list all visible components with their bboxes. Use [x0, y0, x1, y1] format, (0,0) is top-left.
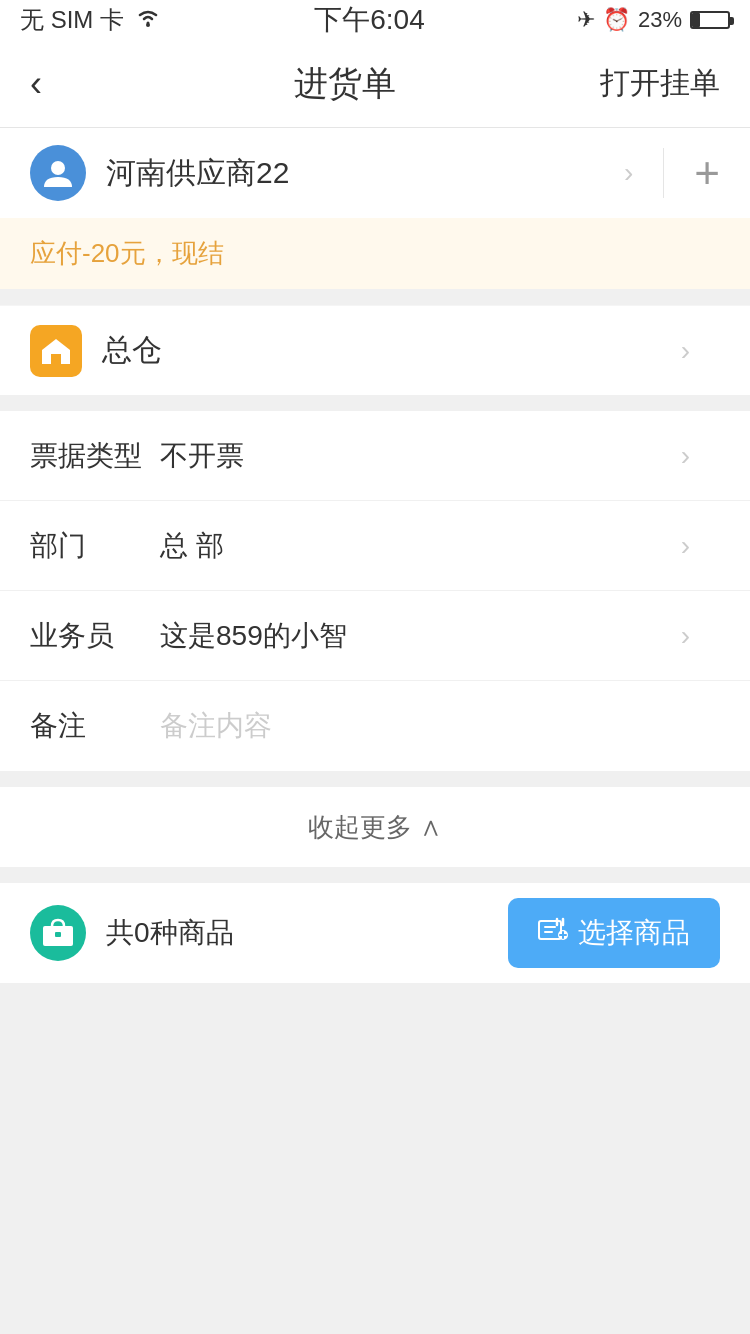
- svg-point-0: [146, 23, 150, 27]
- remark-row[interactable]: 备注 备注内容: [0, 681, 750, 771]
- chevron-right-icon: ›: [624, 157, 633, 189]
- remark-label: 备注: [30, 707, 150, 745]
- invoice-type-value: 不开票: [150, 437, 681, 475]
- vertical-divider: [663, 148, 664, 198]
- location-icon: ✈: [577, 7, 595, 33]
- department-value: 总 部: [150, 527, 681, 565]
- product-icon: [30, 905, 86, 961]
- back-button[interactable]: ‹: [30, 63, 90, 105]
- remark-input[interactable]: 备注内容: [150, 707, 720, 745]
- invoice-type-row[interactable]: 票据类型 不开票 ›: [0, 411, 750, 501]
- select-product-icon: [538, 916, 568, 950]
- status-left: 无 SIM 卡: [20, 4, 162, 36]
- warehouse-icon: [30, 325, 82, 377]
- salesman-chevron-icon: ›: [681, 620, 690, 652]
- product-count: 共0种商品: [106, 914, 508, 952]
- battery-percent: 23%: [638, 7, 682, 33]
- battery-icon: [690, 11, 730, 29]
- bottom-bar: 共0种商品 选择商品: [0, 883, 750, 983]
- collapse-label: 收起更多 ∧: [308, 810, 441, 845]
- invoice-type-label: 票据类型: [30, 437, 150, 475]
- gray-bottom-area: [0, 983, 750, 1303]
- form-card: 票据类型 不开票 › 部门 总 部 › 业务员 这是859的小智 › 备注 备注…: [0, 411, 750, 771]
- warehouse-name: 总仓: [102, 330, 681, 371]
- nav-bar: ‹ 进货单 打开挂单: [0, 40, 750, 128]
- main-content: 河南供应商22 › + 应付-20元，现结 总仓 › 票据类型 不开票 ›: [0, 128, 750, 1303]
- warehouse-chevron-icon: ›: [681, 335, 690, 367]
- department-chevron-icon: ›: [681, 530, 690, 562]
- warehouse-card: 总仓 ›: [0, 305, 750, 395]
- supplier-avatar: [30, 145, 86, 201]
- salesman-row[interactable]: 业务员 这是859的小智 ›: [0, 591, 750, 681]
- salesman-value: 这是859的小智: [150, 617, 681, 655]
- invoice-chevron-icon: ›: [681, 440, 690, 472]
- department-row[interactable]: 部门 总 部 ›: [0, 501, 750, 591]
- select-product-label: 选择商品: [578, 914, 690, 952]
- open-pending-button[interactable]: 打开挂单: [600, 63, 720, 104]
- page-title: 进货单: [294, 61, 396, 107]
- supplier-row[interactable]: 河南供应商22 › +: [0, 128, 750, 218]
- status-right: ✈ ⏰ 23%: [577, 7, 730, 33]
- collapse-button[interactable]: 收起更多 ∧: [0, 787, 750, 867]
- select-product-button[interactable]: 选择商品: [508, 898, 720, 968]
- status-bar: 无 SIM 卡 下午6:04 ✈ ⏰ 23%: [0, 0, 750, 40]
- wifi-icon: [134, 6, 162, 34]
- status-time: 下午6:04: [314, 1, 425, 39]
- svg-rect-4: [55, 932, 61, 937]
- department-label: 部门: [30, 527, 150, 565]
- sim-label: 无 SIM 卡: [20, 4, 124, 36]
- svg-point-1: [51, 161, 65, 175]
- alarm-icon: ⏰: [603, 7, 630, 33]
- warehouse-row[interactable]: 总仓 ›: [0, 305, 750, 395]
- salesman-label: 业务员: [30, 617, 150, 655]
- add-supplier-button[interactable]: +: [694, 151, 720, 195]
- supplier-name: 河南供应商22: [106, 153, 624, 194]
- supplier-card: 河南供应商22 › + 应付-20元，现结: [0, 128, 750, 289]
- svg-rect-2: [51, 354, 61, 364]
- notice-bar: 应付-20元，现结: [0, 218, 750, 289]
